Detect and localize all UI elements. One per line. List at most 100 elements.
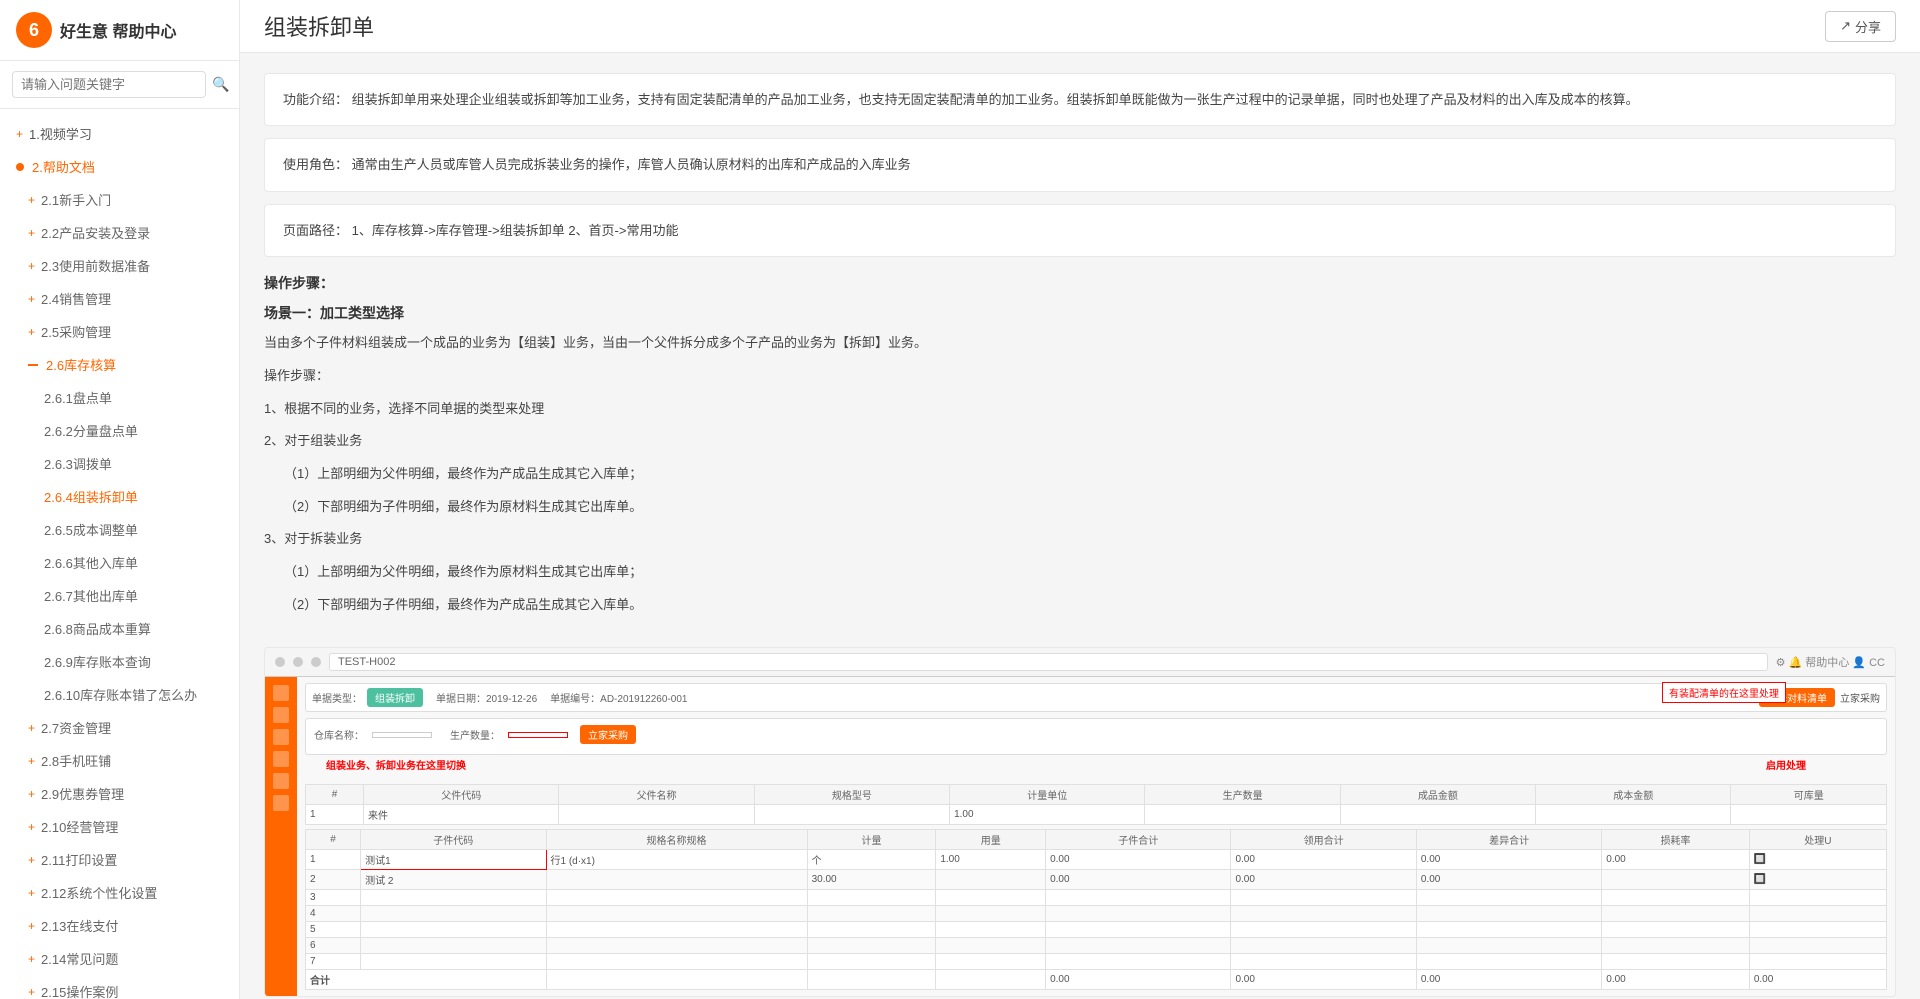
annotation3-label: 启用处理 [1766,757,1806,772]
logo-icon: 6 [16,12,52,48]
annotation-spacer [305,760,1887,784]
dot-icon [16,163,24,171]
sidebar-item-stock1[interactable]: 2.6.1盘点单 [0,381,239,414]
search-input[interactable] [12,71,206,98]
func-intro-text: 组装拆卸单用来处理企业组装或拆卸等加工业务，支持有固定装配清单的产品加工业务，也… [352,92,1639,107]
nav-prefix: + [28,820,35,834]
main-area: 组装拆卸单 ↗ 分享 功能介绍： 组装拆卸单用来处理企业组装或拆卸等加工业务，支… [240,0,1920,999]
sidebar-item-stock7[interactable]: 2.6.7其他出库单 [0,579,239,612]
sidebar: 6 好生意 帮助中心 🔍 + 1.视频学习 2.帮助文档 + 2.1新手入门 +… [0,0,240,999]
sidebar-item-stock8[interactable]: 2.6.8商品成本重算 [0,612,239,645]
sidebar-item-video[interactable]: + 1.视频学习 [0,117,239,150]
scene1-step2: 2、对于组装业务 [264,429,1896,454]
func-intro-box: 功能介绍： 组装拆卸单用来处理企业组装或拆卸等加工业务，支持有固定装配清单的产品… [264,73,1896,126]
mock-warehouse-input [372,732,432,738]
table-row: 7 [306,954,1887,970]
role-text: 通常由生产人员或库管人员完成拆装业务的操作，库管人员确认原材料的出库和产成品的入… [352,157,911,172]
nav-prefix: + [28,193,35,207]
nav-prefix: + [28,853,35,867]
role-label: 使用角色： [283,157,348,172]
th-product-amt: 成品金额 [1340,785,1535,805]
nav-label: 2.6.9库存账本查询 [44,652,151,671]
scene1-step3a: （1）上部明细为父件明细，最终作为原材料生成其它出库单； [284,560,1896,585]
mock-doc-type: 单据类型： [312,690,362,705]
nav-prefix: + [28,919,35,933]
mock-chrome: TEST-H002 ⚙ 🔔 帮助中心 👤 CC [265,648,1895,677]
sidebar-icon-5 [273,773,289,789]
sidebar-item-sales[interactable]: + 2.4销售管理 [0,282,239,315]
scene1-steps-title: 操作步骤： [264,364,1896,389]
nav-prefix: + [28,985,35,999]
mock-action-btn[interactable]: 立家采购 [1840,690,1880,705]
url-bar: TEST-H002 [329,653,1768,671]
table-row: 1 来件 1.00 [306,805,1887,825]
th-spec: 规格型号 [754,785,949,805]
th-cost-amt: 成本金额 [1536,785,1731,805]
sidebar-item-stock6[interactable]: 2.6.6其他入库单 [0,546,239,579]
sidebar-item-stock10[interactable]: 2.6.10库存账本错了怎么办 [0,678,239,711]
nav-label: 1.视频学习 [29,124,92,143]
sidebar-item-prepare[interactable]: + 2.3使用前数据准备 [0,249,239,282]
nav-tree: + 1.视频学习 2.帮助文档 + 2.1新手入门 + 2.2产品安装及登录 +… [0,109,239,999]
mock-form-row: 仓库名称： 生产数量： 立家采购 [314,725,1878,744]
nav-prefix: + [28,952,35,966]
nav-label: 2.4销售管理 [41,289,111,308]
table-row: 2 测试 2 30.00 0.00 0.00 0.00 [306,870,1887,890]
share-button[interactable]: ↗ 分享 [1825,11,1896,42]
page-title: 组装拆卸单 [264,10,374,42]
sidebar-item-pay[interactable]: + 2.13在线支付 [0,909,239,942]
path-label: 页面路径： [283,223,348,238]
chrome-dot2 [293,657,303,667]
mock-app-body: 单据类型： 组装拆卸 单据日期：2019-12-26 单据编号：AD-20191… [265,677,1895,996]
chrome-dot3 [311,657,321,667]
sidebar-item-install[interactable]: + 2.2产品安装及登录 [0,216,239,249]
sidebar-item-new[interactable]: + 2.1新手入门 [0,183,239,216]
ops-section: 操作步骤： 场景一：加工类型选择 当由多个子件材料组装成一个成品的业务为【组装】… [264,269,1896,635]
sidebar-item-stock4[interactable]: 2.6.4组装拆卸单 [0,480,239,513]
sidebar-item-mobile[interactable]: + 2.8手机旺铺 [0,744,239,777]
nav-prefix: + [28,886,35,900]
sidebar-icon-4 [273,751,289,767]
top-bar: 组装拆卸单 ↗ 分享 [240,0,1920,53]
sidebar-item-faq[interactable]: + 2.14常见问题 [0,942,239,975]
sidebar-item-fund[interactable]: + 2.7资金管理 [0,711,239,744]
sidebar-item-stock2[interactable]: 2.6.2分量盘点单 [0,414,239,447]
sidebar-item-coupon[interactable]: + 2.9优惠券管理 [0,777,239,810]
sidebar-item-stock3[interactable]: 2.6.3调拨单 [0,447,239,480]
scene1-desc: 当由多个子件材料组装成一个成品的业务为【组装】业务，当由一个父件拆分成多个子产品… [264,331,1896,356]
search-icon[interactable]: 🔍 [212,76,229,93]
sidebar-item-stock[interactable]: 2.6库存核算 [0,348,239,381]
nav-prefix: + [28,292,35,306]
sidebar-item-sys[interactable]: + 2.12系统个性化设置 [0,876,239,909]
mock-form-section: 仓库名称： 生产数量： 立家采购 组装业务、拆卸业务在这里切换 [305,718,1887,755]
sidebar-item-stock9[interactable]: 2.6.9库存账本查询 [0,645,239,678]
table-row: 1 测试1 行1 (d·x1) 个 1.00 0.00 0.00 0.00 0. [306,850,1887,870]
th-avail: 可库量 [1731,785,1887,805]
nav-label: 2.2产品安装及登录 [41,223,150,242]
sidebar-item-docs[interactable]: 2.帮助文档 [0,150,239,183]
nav-label: 2.10经营管理 [41,817,118,836]
th-no: # [306,785,364,805]
brand-title: 好生意 帮助中心 [60,18,176,42]
mock-sub-table-container: # 子件代码 规格名称规格 计量 用量 子件合计 领用合计 差异合计 损耗率 [305,829,1887,990]
nav-label: 2.11打印设置 [41,850,117,869]
path-box: 页面路径： 1、库存核算->库存管理->组装拆卸单 2、首页->常用功能 [264,204,1896,257]
sidebar-icon-1 [273,685,289,701]
sidebar-icon-6 [273,795,289,811]
th-name: 父件名称 [559,785,754,805]
nav-label: 2.7资金管理 [41,718,111,737]
mock-confirm-btn[interactable]: 立家采购 [580,725,636,744]
sidebar-item-case[interactable]: + 2.15操作案例 [0,975,239,999]
sidebar-item-stock5[interactable]: 2.6.5成本调整单 [0,513,239,546]
mock-main-content: 单据类型： 组装拆卸 单据日期：2019-12-26 单据编号：AD-20191… [297,677,1895,996]
nav-label: 2.15操作案例 [41,982,118,999]
nav-prefix: + [28,259,35,273]
nav-label: 2.帮助文档 [32,157,95,176]
sidebar-item-purchase[interactable]: + 2.5采购管理 [0,315,239,348]
mock-parent-table: # 父件代码 父件名称 规格型号 计量单位 生产数量 成品金额 成本金额 可库量 [305,784,1887,825]
screenshot-inner: TEST-H002 ⚙ 🔔 帮助中心 👤 CC [265,648,1895,996]
th-code: 父件代码 [364,785,559,805]
sidebar-item-ops[interactable]: + 2.10经营管理 [0,810,239,843]
mock-date-label: 单据日期：2019-12-26 [436,690,537,705]
sidebar-item-print[interactable]: + 2.11打印设置 [0,843,239,876]
